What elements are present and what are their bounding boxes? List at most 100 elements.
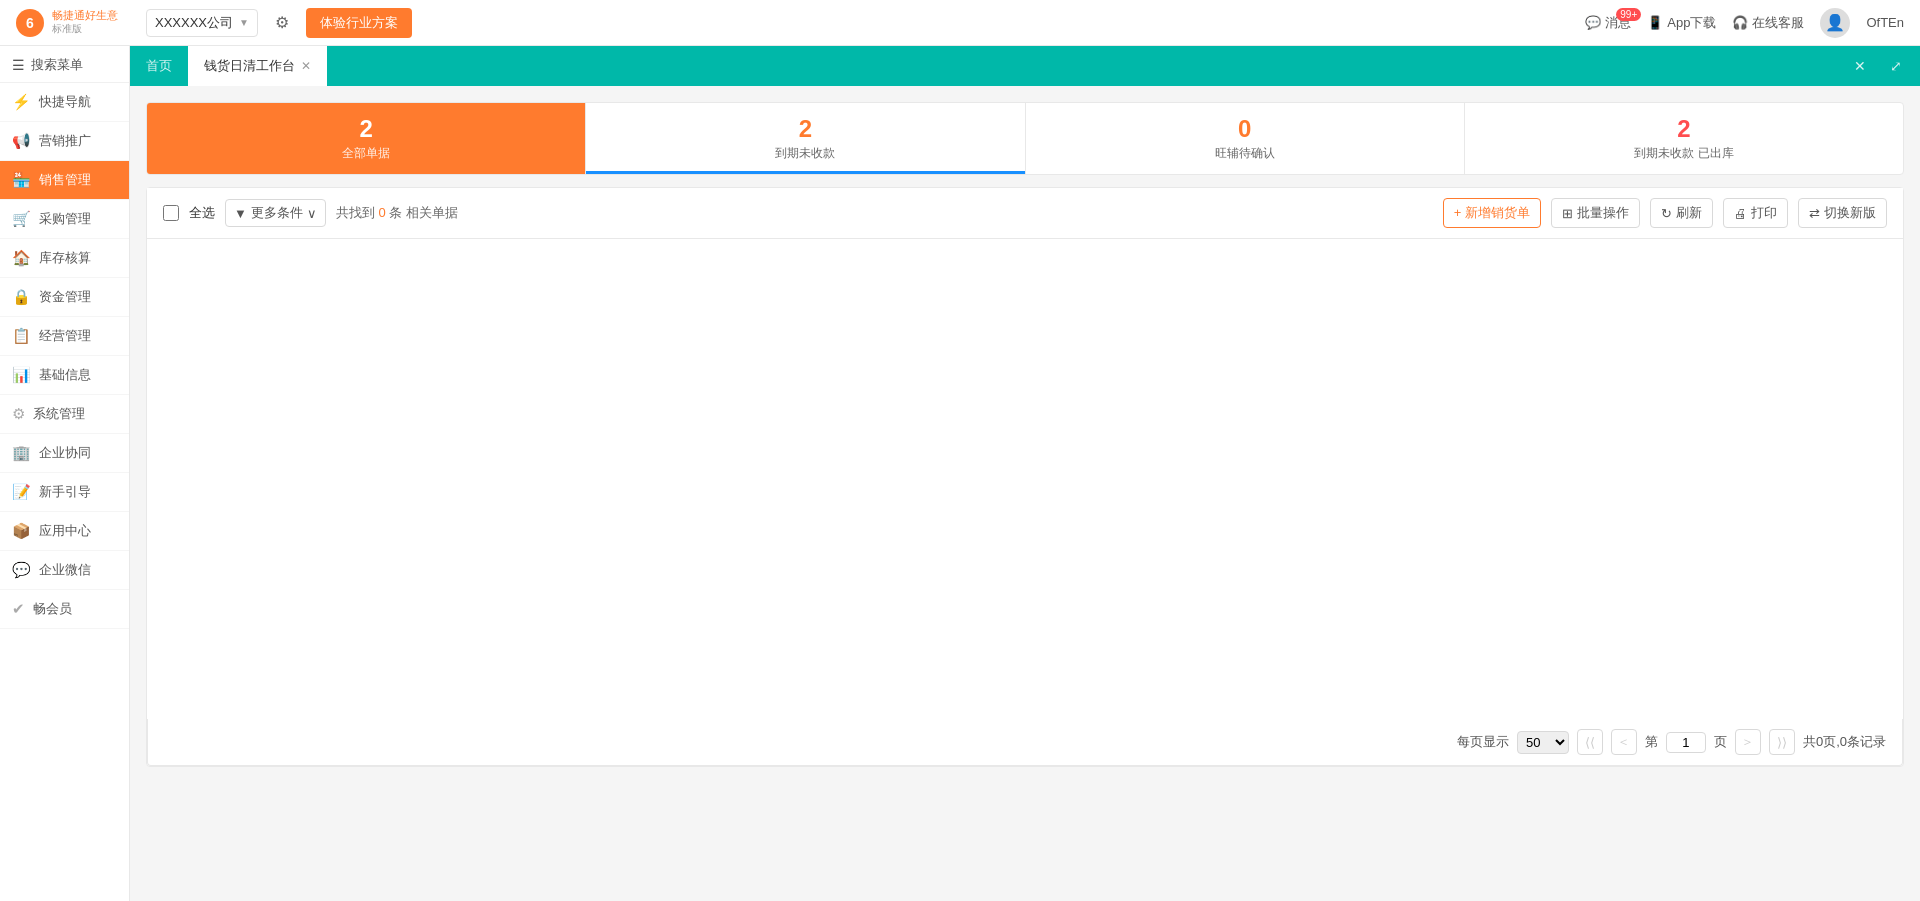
stat-num-wangwang-confirm: 0 — [1042, 115, 1448, 143]
sidebar-item-member[interactable]: ✔ 畅会员 — [0, 590, 129, 629]
print-icon: 🖨 — [1734, 206, 1747, 221]
stat-label-all: 全部单据 — [163, 145, 569, 162]
sidebar-item-finance[interactable]: 🔒资金管理 — [0, 278, 129, 317]
switch-icon: ⇄ — [1809, 206, 1820, 221]
logo-area: 6 畅捷通好生意 标准版 — [16, 9, 146, 37]
finance-icon: 🔒 — [12, 288, 31, 306]
refresh-label: 刷新 — [1676, 204, 1702, 222]
service-icon: 🎧 — [1732, 15, 1748, 30]
cooperation-icon: 🏢 — [12, 444, 31, 462]
sidebar-item-label: 企业微信 — [39, 561, 91, 579]
username[interactable]: OfTEn — [1866, 15, 1904, 30]
batch-ops-btn[interactable]: ⊞ 批量操作 — [1551, 198, 1640, 228]
tab-1[interactable]: 钱货日清工作台✕ — [188, 46, 327, 86]
sidebar-search-label: 搜索菜单 — [31, 56, 83, 74]
system-icon: ⚙ — [12, 405, 25, 423]
tab-label: 首页 — [146, 57, 172, 75]
pagination-bar: 每页显示 50 100 200 ⟨⟨ ＜ 第 页 ＞ ⟩⟩ 共0页,0条记录 — [147, 719, 1903, 766]
first-page-btn[interactable]: ⟨⟨ — [1577, 729, 1603, 755]
main-content: 2 全部单据 2 到期未收款 0 旺辅待确认 2 到期未收款 已出库 全选 ▼ … — [130, 86, 1920, 901]
company-selector[interactable]: XXXXXX公司 ▼ — [146, 9, 258, 37]
sidebar-item-label: 基础信息 — [39, 366, 91, 384]
online-service-btn[interactable]: 🎧 在线客服 — [1732, 14, 1804, 32]
settings-icon[interactable]: ⚙ — [268, 9, 296, 37]
toolbar: 全选 ▼ 更多条件 ∨ 共找到 0 条 相关单据 + 新增销货单 ⊞ 批量操作 — [147, 188, 1903, 239]
app-logo-icon: 6 — [16, 9, 44, 37]
sidebar-item-purchase[interactable]: 🛒 采购管理 — [0, 200, 129, 239]
tab-0[interactable]: 首页 — [130, 46, 188, 86]
batch-ops-icon: ⊞ — [1562, 206, 1573, 221]
next-page-btn[interactable]: ＞ — [1735, 729, 1761, 755]
message-btn[interactable]: 💬 消息 99+ — [1585, 14, 1631, 32]
trial-btn[interactable]: 体验行业方案 — [306, 8, 412, 38]
sidebar-item-operation[interactable]: 📋 经营管理 — [0, 317, 129, 356]
sidebar-item-app-center[interactable]: 📦 应用中心 — [0, 512, 129, 551]
stat-num-all: 2 — [163, 115, 569, 143]
sidebar: ☰ 搜索菜单 ⚡快捷导航📢营销推广 🏪 销售管理 🛒 采购管理 🏠 库存核算 🔒资金管理 📋 经营… — [0, 0, 130, 901]
sidebar-item-label: 营销推广 — [39, 132, 91, 150]
sidebar-item-quick-nav[interactable]: ⚡快捷导航 — [0, 83, 129, 122]
page-size-select[interactable]: 50 100 200 — [1517, 731, 1569, 754]
sidebar-item-label: 企业协同 — [39, 444, 91, 462]
batch-ops-label: 批量操作 — [1577, 204, 1629, 222]
stat-card-due-unpaid[interactable]: 2 到期未收款 — [586, 103, 1025, 174]
select-all-checkbox[interactable] — [163, 205, 179, 221]
message-badge: 99+ — [1616, 8, 1641, 21]
filter-dropdown-icon: ∨ — [307, 206, 317, 221]
page-input[interactable] — [1666, 732, 1706, 753]
sales-icon: 🏪 — [12, 171, 31, 189]
sidebar-item-marketing[interactable]: 📢营销推广 — [0, 122, 129, 161]
expand-tab-icon[interactable]: ⤢ — [1882, 52, 1910, 80]
stat-label-due-unshipped: 到期未收款 已出库 — [1481, 145, 1887, 162]
table-area — [147, 239, 1903, 719]
sidebar-item-label: 系统管理 — [33, 405, 85, 423]
print-btn[interactable]: 🖨 打印 — [1723, 198, 1788, 228]
operation-icon: 📋 — [12, 327, 31, 345]
stat-label-due-unpaid: 到期未收款 — [602, 145, 1008, 162]
search-icon: ☰ — [12, 57, 25, 73]
member-icon: ✔ — [12, 600, 25, 618]
found-unit: 条 — [389, 205, 402, 220]
avatar[interactable]: 👤 — [1820, 8, 1850, 38]
stats-row: 2 全部单据 2 到期未收款 0 旺辅待确认 2 到期未收款 已出库 — [146, 102, 1904, 175]
company-selector-arrow-icon: ▼ — [239, 17, 249, 28]
more-filters-btn[interactable]: ▼ 更多条件 ∨ — [225, 199, 326, 227]
app-center-icon: 📦 — [12, 522, 31, 540]
top-header: 6 畅捷通好生意 标准版 XXXXXX公司 ▼ ⚙ 体验行业方案 💬 消息 99… — [0, 0, 1920, 46]
prev-page-btn[interactable]: ＜ — [1611, 729, 1637, 755]
sidebar-search[interactable]: ☰ 搜索菜单 — [0, 46, 129, 83]
sidebar-item-label: 畅会员 — [33, 600, 72, 618]
wechat-icon: 💬 — [12, 561, 31, 579]
sidebar-item-wechat[interactable]: 💬 企业微信 — [0, 551, 129, 590]
sidebar-item-guide[interactable]: 📝新手引导 — [0, 473, 129, 512]
inventory-icon: 🏠 — [12, 249, 31, 267]
sidebar-item-label: 库存核算 — [39, 249, 91, 267]
company-name: XXXXXX公司 — [155, 14, 233, 32]
sidebar-item-label: 经营管理 — [39, 327, 91, 345]
sidebar-item-label: 应用中心 — [39, 522, 91, 540]
sidebar-item-sales[interactable]: 🏪 销售管理 — [0, 161, 129, 200]
sidebar-item-cooperation[interactable]: 🏢 企业协同 — [0, 434, 129, 473]
filter-icon: ▼ — [234, 206, 247, 221]
app-download-btn[interactable]: 📱 App下载 — [1647, 14, 1716, 32]
basic-info-icon: 📊 — [12, 366, 31, 384]
last-page-btn[interactable]: ⟩⟩ — [1769, 729, 1795, 755]
stat-card-all[interactable]: 2 全部单据 — [147, 103, 586, 174]
sidebar-item-basic-info[interactable]: 📊 基础信息 — [0, 356, 129, 395]
close-tab-btn[interactable]: ✕ — [301, 59, 311, 73]
sidebar-item-label: 采购管理 — [39, 210, 91, 228]
sidebar-item-system[interactable]: ⚙ 系统管理 — [0, 395, 129, 434]
add-sale-btn[interactable]: + 新增销货单 — [1443, 198, 1541, 228]
stat-card-wangwang-confirm[interactable]: 0 旺辅待确认 — [1026, 103, 1465, 174]
app-name: 畅捷通好生意 — [52, 9, 118, 22]
stat-num-due-unshipped: 2 — [1481, 115, 1887, 143]
sidebar-item-inventory[interactable]: 🏠 库存核算 — [0, 239, 129, 278]
stat-num-due-unpaid: 2 — [602, 115, 1008, 143]
refresh-btn[interactable]: ↻ 刷新 — [1650, 198, 1713, 228]
stat-card-due-unshipped[interactable]: 2 到期未收款 已出库 — [1465, 103, 1903, 174]
close-tab-icon[interactable]: ✕ — [1846, 52, 1874, 80]
switch-version-btn[interactable]: ⇄ 切换新版 — [1798, 198, 1887, 228]
print-label: 打印 — [1751, 204, 1777, 222]
sidebar-item-label: 销售管理 — [39, 171, 91, 189]
purchase-icon: 🛒 — [12, 210, 31, 228]
